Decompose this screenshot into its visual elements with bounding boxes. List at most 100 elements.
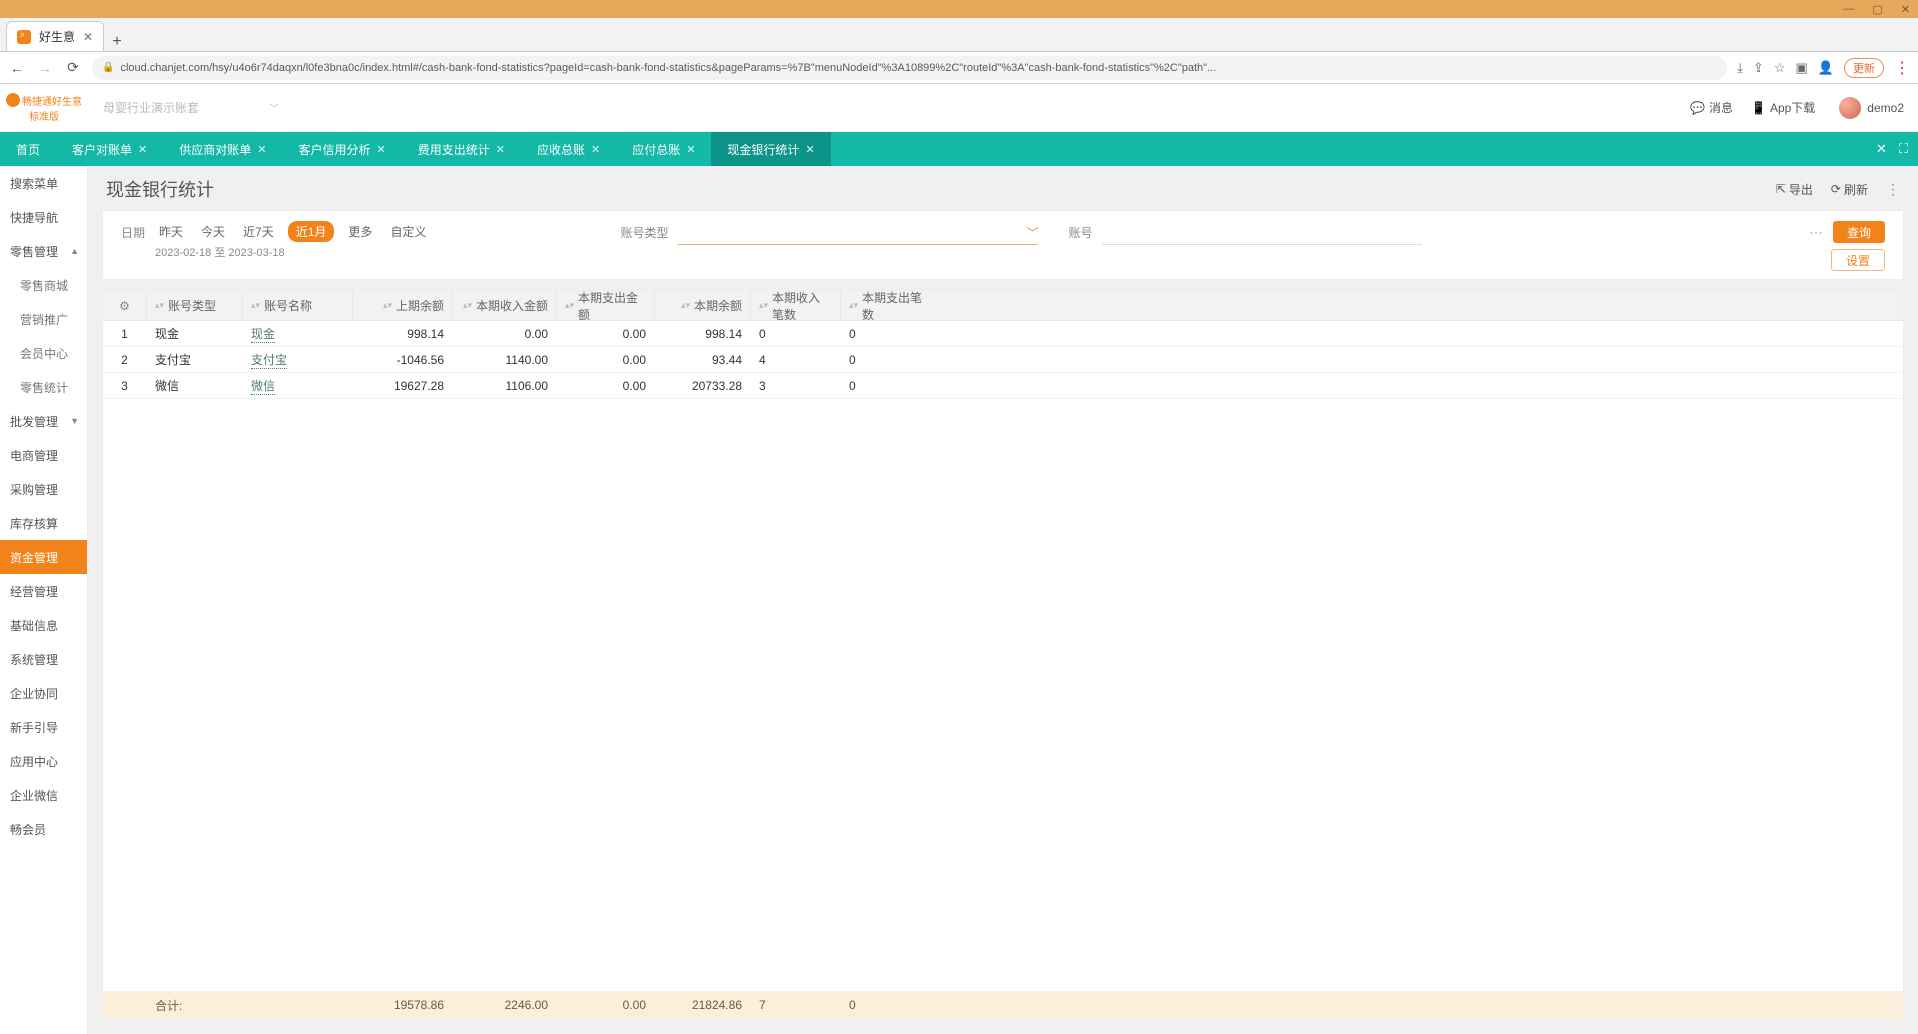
back-icon[interactable]: ← [8, 60, 26, 76]
account-select[interactable]: 母婴行业演示账套 ﹀ [96, 95, 286, 121]
date-preset[interactable]: 今天 [197, 221, 229, 242]
tab-close-icon[interactable]: ✕ [257, 143, 266, 156]
browser-tab[interactable]: 好生意 ✕ [6, 21, 104, 51]
install-icon[interactable]: ⤓ [1737, 60, 1743, 76]
col-settings[interactable]: ⚙ [103, 291, 147, 320]
workspace-tab[interactable]: 首页 [0, 132, 56, 166]
sidebar-item[interactable]: 零售统计 [0, 370, 87, 404]
settings-button[interactable]: 设置 [1831, 249, 1885, 271]
date-preset[interactable]: 自定义 [386, 221, 430, 242]
sidebar-item[interactable]: 采购管理 [0, 472, 87, 506]
sidebar-item-label: 经营管理 [10, 583, 58, 600]
more-actions-icon[interactable]: ⋮ [1886, 181, 1900, 198]
star-icon[interactable]: ☆ [1774, 60, 1786, 76]
avatar[interactable] [1839, 97, 1861, 119]
tab-close-icon[interactable]: ✕ [686, 143, 695, 156]
account-link[interactable]: 支付宝 [251, 351, 287, 369]
account-link[interactable]: 现金 [251, 325, 275, 343]
workspace-tab[interactable]: 供应商对账单✕ [163, 132, 282, 166]
date-preset[interactable]: 更多 [344, 221, 376, 242]
sidebar-item[interactable]: 会员中心 [0, 336, 87, 370]
workspace-tabs-actions: ✕ ⛶ [1876, 132, 1918, 166]
minimize-icon[interactable]: — [1843, 3, 1854, 15]
share-icon[interactable]: ⇪ [1753, 60, 1764, 76]
sidebar-item[interactable]: 库存核算 [0, 506, 87, 540]
messages-link[interactable]: 💬 消息 [1690, 99, 1733, 116]
workspace-tab-label: 客户信用分析 [298, 141, 370, 158]
sort-icon[interactable]: ▴▾ [383, 302, 392, 309]
sort-icon[interactable]: ▴▾ [849, 302, 858, 309]
query-button[interactable]: 查询 [1833, 221, 1885, 243]
sidebar-item[interactable]: 零售商城 [0, 268, 87, 302]
workspace-tab[interactable]: 费用支出统计✕ [402, 132, 521, 166]
tab-close-icon[interactable]: ✕ [496, 143, 505, 156]
workspace-tab[interactable]: 应付总账✕ [616, 132, 711, 166]
sort-icon[interactable]: ▴▾ [565, 302, 574, 309]
account-link[interactable]: 微信 [251, 377, 275, 395]
sort-icon[interactable]: ▴▾ [251, 302, 260, 309]
sidebar-item[interactable]: 快捷导航 [0, 200, 87, 234]
type-select[interactable]: ﹀ [678, 221, 1038, 245]
sidebar-item-label: 系统管理 [10, 651, 58, 668]
date-preset[interactable]: 近7天 [239, 221, 278, 242]
sidebar-item[interactable]: 应用中心 [0, 744, 87, 778]
workspace-tab[interactable]: 客户信用分析 ✕ [282, 132, 401, 166]
date-preset[interactable]: 昨天 [155, 221, 187, 242]
app-download-link[interactable]: 📱 App下载 [1751, 99, 1815, 116]
browser-toolbar: ← → ⟳ 🔒 cloud.chanjet.com/hsy/u4o6r74daq… [0, 52, 1918, 84]
extensions-icon[interactable]: ▣ [1796, 60, 1808, 76]
col-income-amount[interactable]: ▴▾本期收入金额 [453, 291, 557, 320]
type-filter: 账号类型 ﹀ [620, 221, 1038, 245]
sidebar-item[interactable]: 电商管理 [0, 438, 87, 472]
close-all-tabs-icon[interactable]: ✕ [1876, 141, 1887, 157]
sidebar-item[interactable]: 搜索菜单 [0, 166, 87, 200]
workspace-tab[interactable]: 现金银行统计✕ [711, 132, 830, 166]
sidebar-item[interactable]: 基础信息 [0, 608, 87, 642]
refresh-button[interactable]: ⟳ 刷新 [1831, 181, 1868, 198]
sidebar-item[interactable]: 营销推广 [0, 302, 87, 336]
username-label[interactable]: demo2 [1867, 101, 1904, 115]
tab-close-icon[interactable]: ✕ [805, 143, 814, 156]
account-input[interactable] [1102, 221, 1422, 245]
sidebar-item[interactable]: 新手引导 [0, 710, 87, 744]
sort-icon[interactable]: ▴▾ [463, 302, 472, 309]
forward-icon[interactable]: → [36, 60, 54, 76]
sort-icon[interactable]: ▴▾ [681, 302, 690, 309]
sort-icon[interactable]: ▴▾ [155, 302, 164, 309]
maximize-icon[interactable]: ▢ [1872, 3, 1882, 16]
workspace-tab[interactable]: 应收总账✕ [521, 132, 616, 166]
sidebar-item[interactable]: 批发管理▼ [0, 404, 87, 438]
tab-close-icon[interactable]: ✕ [377, 143, 386, 156]
sidebar-item[interactable]: 经营管理 [0, 574, 87, 608]
browser-menu-icon[interactable]: ⋮ [1894, 58, 1910, 78]
reload-icon[interactable]: ⟳ [64, 59, 82, 76]
col-account-name[interactable]: ▴▾账号名称 [243, 291, 353, 320]
col-prev-balance[interactable]: ▴▾上期余额 [353, 291, 453, 320]
col-expense-amount[interactable]: ▴▾本期支出金额 [557, 291, 655, 320]
address-bar[interactable]: 🔒 cloud.chanjet.com/hsy/u4o6r74daqxn/l0f… [92, 56, 1727, 80]
fullscreen-icon[interactable]: ⛶ [1899, 141, 1908, 157]
more-filters-icon[interactable]: ⋯ [1809, 224, 1825, 241]
tab-close-icon[interactable]: ✕ [83, 30, 93, 44]
col-income-count[interactable]: ▴▾本期收入笔数 [751, 291, 841, 320]
sidebar-item[interactable]: 畅会员 [0, 812, 87, 846]
sidebar-item[interactable]: 企业微信 [0, 778, 87, 812]
col-balance[interactable]: ▴▾本期余额 [655, 291, 751, 320]
sidebar-item[interactable]: 资金管理 [0, 540, 87, 574]
profile-icon[interactable]: 👤 [1818, 60, 1834, 76]
sidebar-item[interactable]: 系统管理 [0, 642, 87, 676]
update-button[interactable]: 更新 [1844, 58, 1884, 78]
workspace-tab[interactable]: 客户对账单✕ [56, 132, 163, 166]
sort-icon[interactable]: ▴▾ [759, 302, 768, 309]
export-button[interactable]: ⇱ 导出 [1776, 181, 1813, 198]
close-window-icon[interactable]: ✕ [1901, 3, 1910, 16]
col-account-type[interactable]: ▴▾账号类型 [147, 291, 243, 320]
col-expense-count[interactable]: ▴▾本期支出笔数 [841, 291, 931, 320]
new-tab-button[interactable]: + [104, 33, 130, 51]
date-filter-label: 日期 [121, 221, 145, 241]
sidebar-item[interactable]: 企业协同 [0, 676, 87, 710]
tab-close-icon[interactable]: ✕ [138, 143, 147, 156]
sidebar-item[interactable]: 零售管理▲ [0, 234, 87, 268]
tab-close-icon[interactable]: ✕ [591, 143, 600, 156]
date-preset[interactable]: 近1月 [288, 221, 335, 242]
